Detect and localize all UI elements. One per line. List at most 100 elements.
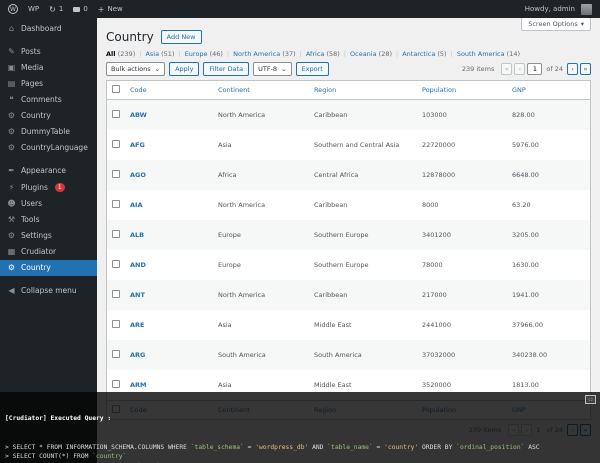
export-button[interactable]: Export bbox=[295, 62, 329, 76]
filter-count: (239) bbox=[117, 50, 136, 58]
sidebar-item-plugins[interactable]: ⚡ Plugins 1 bbox=[0, 179, 97, 196]
row-checkbox[interactable] bbox=[112, 110, 120, 118]
row-checkbox-cell bbox=[107, 100, 126, 131]
tools-icon: ⚒ bbox=[7, 215, 16, 224]
filter-link-asia[interactable]: Asia (51) bbox=[145, 50, 174, 58]
code-link[interactable]: AFG bbox=[130, 141, 145, 149]
filter-link-south-america[interactable]: South America (14) bbox=[457, 50, 520, 58]
sidebar-item-tools[interactable]: ⚒ Tools bbox=[0, 212, 97, 228]
chevron-down-icon: ⌄ bbox=[281, 65, 287, 73]
row-checkbox[interactable] bbox=[112, 230, 120, 238]
sidebar-item-label: Crudiator bbox=[21, 247, 57, 256]
continent-cell: North America bbox=[218, 111, 266, 119]
filter-data-button[interactable]: Filter Data bbox=[203, 62, 250, 76]
select-all-checkbox[interactable] bbox=[112, 85, 120, 93]
code-link[interactable]: ARG bbox=[130, 351, 145, 359]
population-cell: 37032000 bbox=[422, 351, 456, 359]
comments-menu[interactable]: 0 bbox=[73, 5, 88, 13]
filter-link-oceania[interactable]: Oceania (28) bbox=[350, 50, 392, 58]
code-cell: AND bbox=[125, 250, 213, 280]
row-checkbox[interactable] bbox=[112, 260, 120, 268]
code-link[interactable]: ANT bbox=[130, 291, 145, 299]
code-cell: ARE bbox=[125, 310, 213, 340]
code-link[interactable]: ALB bbox=[130, 231, 144, 239]
sidebar-item-media[interactable]: ▣ Media bbox=[0, 60, 97, 76]
sidebar-item-dashboard[interactable]: ⌂ Dashboard bbox=[0, 21, 97, 37]
column-header-gnp[interactable]: GNP bbox=[507, 80, 591, 100]
apply-button[interactable]: Apply bbox=[169, 62, 200, 76]
site-name-menu[interactable]: WP bbox=[28, 5, 39, 13]
code-link[interactable]: ARE bbox=[130, 321, 144, 329]
gnp-cell: 5976.00 bbox=[512, 141, 539, 149]
code-link[interactable]: ARM bbox=[130, 381, 147, 389]
prev-page-button[interactable]: ‹ bbox=[514, 63, 526, 75]
row-checkbox[interactable] bbox=[112, 140, 120, 148]
row-checkbox[interactable] bbox=[112, 320, 120, 328]
admin-bar-right: Howdy, admin bbox=[525, 3, 592, 15]
filter-item: Antarctica (5) | bbox=[402, 50, 453, 58]
first-page-button[interactable]: « bbox=[501, 63, 513, 75]
comments-icon: ❝ bbox=[9, 95, 14, 104]
column-header-population[interactable]: Population bbox=[417, 80, 507, 100]
population-cell: 12878000 bbox=[422, 171, 456, 179]
code-link[interactable]: AND bbox=[130, 261, 146, 269]
sidebar-item-label: Posts bbox=[21, 47, 41, 56]
generic-gear-icon: ⚙ bbox=[7, 111, 16, 120]
console-query-line: > SELECT COUNT(*) FROM `country` bbox=[5, 453, 127, 460]
sidebar-item-users[interactable]: ☻ Users bbox=[0, 196, 97, 212]
row-checkbox-cell bbox=[107, 130, 126, 160]
code-link[interactable]: AGO bbox=[130, 171, 146, 179]
column-header-continent[interactable]: Continent bbox=[213, 80, 309, 100]
continent-cell: Europe bbox=[218, 231, 241, 239]
row-checkbox[interactable] bbox=[112, 200, 120, 208]
site-name-label: WP bbox=[28, 5, 40, 13]
row-checkbox[interactable] bbox=[112, 170, 120, 178]
items-count: 239 items bbox=[461, 65, 495, 73]
filter-link-north-america[interactable]: North America (37) bbox=[233, 50, 295, 58]
current-page-input[interactable] bbox=[527, 63, 543, 75]
row-checkbox-cell bbox=[107, 220, 126, 250]
filter-link-europe[interactable]: Europe (46) bbox=[185, 50, 223, 58]
table-row: ALB Europe Southern Europe 3401200 3205.00 bbox=[106, 220, 591, 250]
console-collapse-button[interactable]: ▭ bbox=[585, 395, 596, 404]
code-link[interactable]: AIA bbox=[130, 201, 142, 209]
screen-options-button[interactable]: Screen Options ▾ bbox=[521, 18, 591, 31]
population-cell: 103000 bbox=[422, 111, 447, 119]
tablenav-top: Bulk actions ⌄ Apply Filter Data UTF-8 ⌄… bbox=[106, 62, 591, 76]
add-new-button[interactable]: Add New bbox=[160, 30, 202, 44]
row-checkbox[interactable] bbox=[112, 380, 120, 388]
bulk-actions-select[interactable]: Bulk actions ⌄ bbox=[106, 62, 166, 76]
sidebar-item-comments[interactable]: ❝ Comments bbox=[0, 92, 97, 108]
gnp-cell: 3205.00 bbox=[512, 231, 539, 239]
filter-link-africa[interactable]: Africa (58) bbox=[306, 50, 340, 58]
column-header-code[interactable]: Code bbox=[125, 80, 213, 100]
my-account-menu[interactable]: Howdy, admin bbox=[525, 3, 592, 15]
sidebar-item-countrylanguage[interactable]: ⚙ CountryLanguage bbox=[0, 140, 97, 156]
separator: | bbox=[299, 50, 302, 58]
sidebar-item-dummytable[interactable]: ⚙ DummyTable bbox=[0, 124, 97, 140]
row-checkbox[interactable] bbox=[112, 350, 120, 358]
population-cell: 3401200 bbox=[422, 231, 451, 239]
sidebar-item-posts[interactable]: ✎ Posts bbox=[0, 44, 97, 60]
sidebar-item-collapse-menu[interactable]: ◀ Collapse menu bbox=[0, 283, 97, 299]
new-content-menu[interactable]: + New bbox=[98, 5, 123, 14]
filter-link-antarctica[interactable]: Antarctica (5) bbox=[402, 50, 446, 58]
sidebar-item-pages[interactable]: ▤ Pages bbox=[0, 76, 97, 92]
updates-menu[interactable]: ↻ 1 bbox=[49, 5, 63, 14]
sidebar-item-settings[interactable]: ⚙ Settings bbox=[0, 228, 97, 244]
sidebar-item-country[interactable]: ⚙ Country bbox=[0, 108, 97, 124]
region-cell: Southern Europe bbox=[314, 261, 369, 269]
continent-cell: Asia bbox=[218, 141, 232, 149]
code-link[interactable]: ABW bbox=[130, 111, 147, 119]
encoding-select[interactable]: UTF-8 ⌄ bbox=[253, 62, 292, 76]
sidebar-item-appearance[interactable]: ✒ Appearance bbox=[0, 163, 97, 179]
wp-logo-menu[interactable]: W bbox=[8, 4, 18, 14]
filter-link-all[interactable]: All (239) bbox=[106, 50, 135, 58]
column-header-region[interactable]: Region bbox=[309, 80, 417, 100]
sidebar-item-crudiator[interactable]: ▦ Crudiator bbox=[0, 244, 97, 260]
sidebar-item-country[interactable]: ⚙ Country bbox=[0, 260, 97, 276]
row-checkbox[interactable] bbox=[112, 290, 120, 298]
last-page-button[interactable]: » bbox=[580, 63, 591, 75]
table-row: AGO Africa Central Africa 12878000 6648.00 bbox=[106, 160, 591, 190]
next-page-button[interactable]: › bbox=[567, 63, 578, 75]
